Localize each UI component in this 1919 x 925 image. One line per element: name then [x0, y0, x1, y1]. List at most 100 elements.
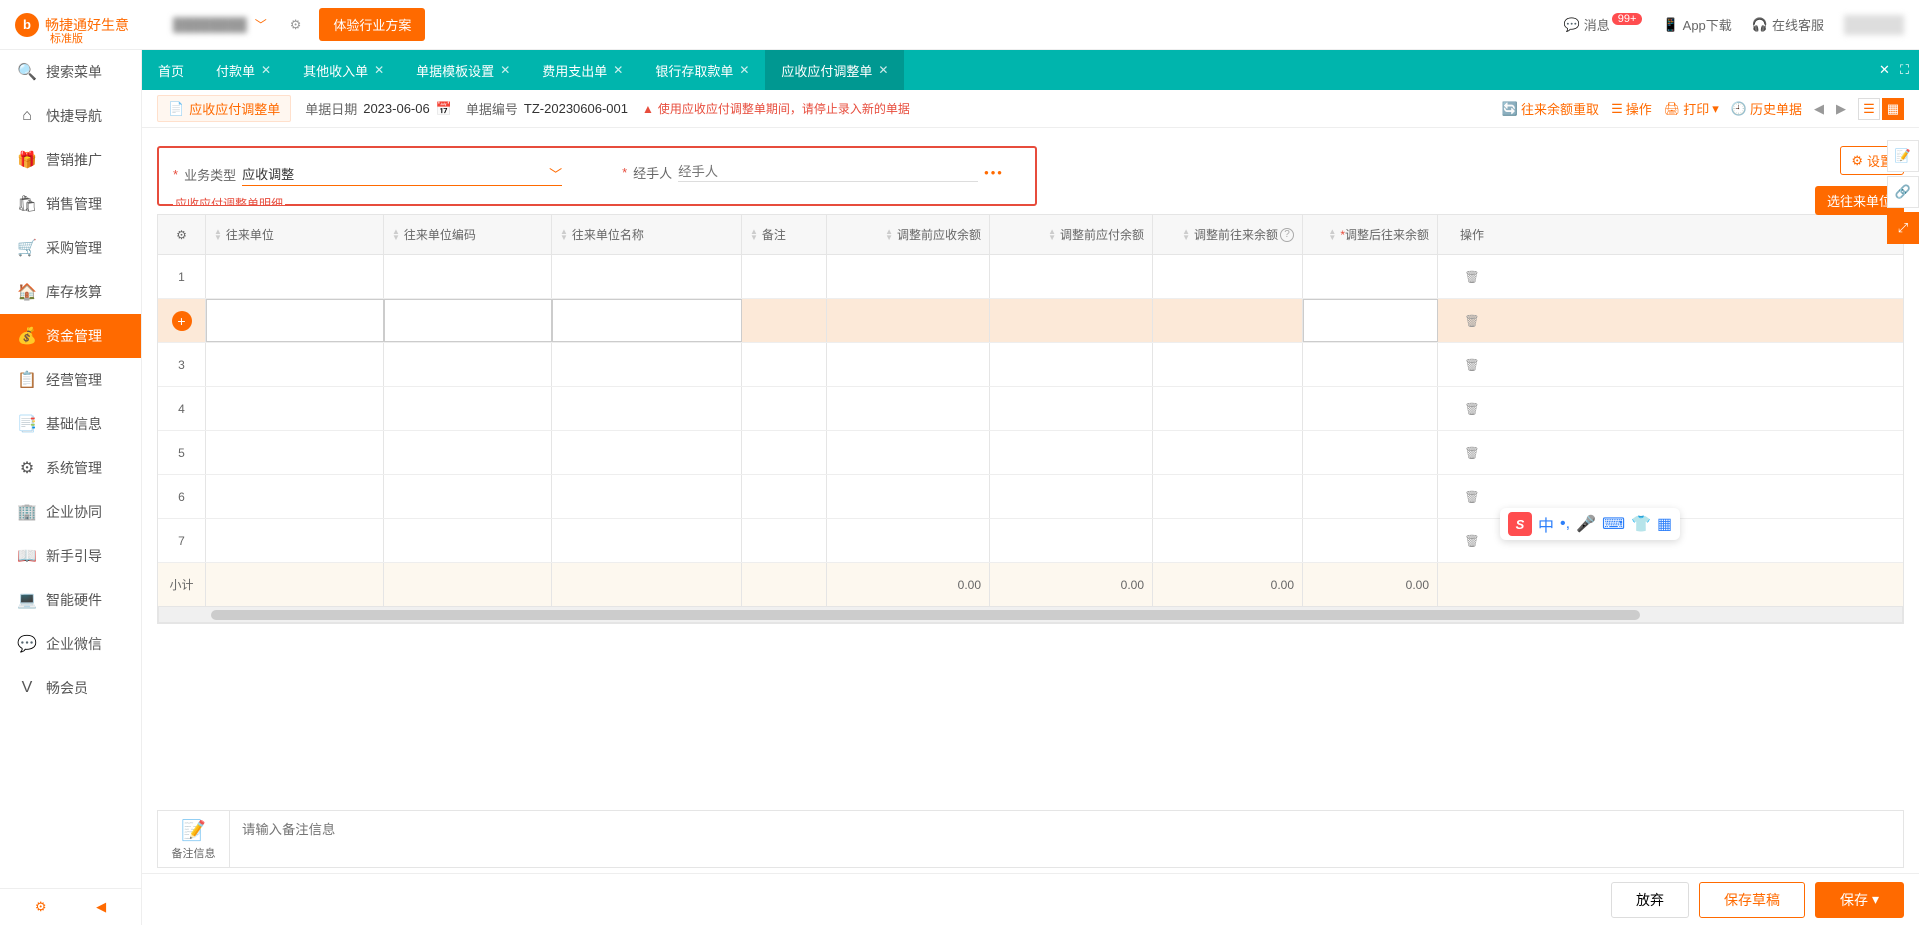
cell-a2[interactable] [990, 343, 1153, 386]
scrollbar-thumb[interactable] [211, 610, 1640, 620]
cell-unit[interactable] [206, 255, 384, 298]
cell-name[interactable] [552, 519, 742, 562]
cell-code[interactable] [384, 387, 552, 430]
ime-lang[interactable]: 中 [1538, 512, 1554, 536]
sidebar-item-1[interactable]: ⌂快捷导航 [0, 94, 141, 138]
table-h-scrollbar[interactable] [158, 607, 1903, 623]
table-row[interactable]: 4🗑 [158, 387, 1903, 431]
org-selector[interactable]: ████████ ﹀ [165, 12, 275, 37]
cell-a2[interactable] [990, 519, 1153, 562]
tab-0[interactable]: 首页 [142, 50, 200, 90]
cell-a4[interactable] [1303, 475, 1438, 518]
cell-a3[interactable] [1153, 431, 1303, 474]
cell-a4[interactable] [1303, 343, 1438, 386]
sidebar-item-13[interactable]: 💬企业微信 [0, 622, 141, 666]
delete-row-icon[interactable]: 🗑 [1464, 490, 1479, 504]
sidebar-item-11[interactable]: 📖新手引导 [0, 534, 141, 578]
cell-remark[interactable] [742, 431, 827, 474]
col-remark[interactable]: ▲▼备注 [742, 215, 827, 254]
cell-unit[interactable] [206, 431, 384, 474]
cell-code[interactable] [384, 255, 552, 298]
cell-name[interactable] [552, 431, 742, 474]
sidebar-item-8[interactable]: 📑基础信息 [0, 402, 141, 446]
sidebar-item-12[interactable]: 💻智能硬件 [0, 578, 141, 622]
table-row[interactable]: 3🗑 [158, 343, 1903, 387]
cell-unit[interactable] [206, 519, 384, 562]
ime-skin-icon[interactable]: 👕 [1631, 514, 1651, 534]
calendar-icon[interactable]: 📅 [436, 101, 452, 117]
cell-a3[interactable] [1153, 343, 1303, 386]
cell-a2[interactable] [990, 475, 1153, 518]
col-post-bal[interactable]: ▲▼*调整后往来余额 [1303, 215, 1438, 254]
col-pre-pay[interactable]: ▲▼调整前应付余额 [990, 215, 1153, 254]
cell-a4[interactable] [1303, 387, 1438, 430]
add-row-icon[interactable]: + [172, 311, 192, 331]
sidebar-item-4[interactable]: 🛒采购管理 [0, 226, 141, 270]
cell-a2[interactable] [990, 387, 1153, 430]
table-row[interactable]: 5🗑 [158, 431, 1903, 475]
cell-a1[interactable] [827, 387, 990, 430]
cell-code[interactable] [384, 475, 552, 518]
sidebar-item-9[interactable]: ⚙系统管理 [0, 446, 141, 490]
cell-name[interactable] [552, 387, 742, 430]
cell-a4[interactable] [1303, 299, 1438, 342]
cell-a2[interactable] [990, 431, 1153, 474]
sidebar-settings-icon[interactable]: ⚙ [35, 899, 47, 915]
history-button[interactable]: 🕘 历史单据 [1731, 99, 1802, 118]
delete-row-icon[interactable]: 🗑 [1464, 402, 1479, 416]
delete-row-icon[interactable]: 🗑 [1464, 358, 1479, 372]
rail-expand-icon[interactable]: ⤢ [1887, 212, 1919, 244]
user-avatar[interactable] [1844, 15, 1904, 35]
ime-toolbar[interactable]: S 中 •, 🎤 ⌨ 👕 ▦ [1500, 508, 1680, 540]
table-row[interactable]: +🗑 [158, 299, 1903, 343]
ime-mic-icon[interactable]: 🎤 [1576, 514, 1596, 534]
prev-icon[interactable]: ◀ [1814, 101, 1824, 117]
sidebar-collapse-icon[interactable]: ◀ [96, 899, 106, 915]
sidebar-item-14[interactable]: V畅会员 [0, 666, 141, 710]
cell-a2[interactable] [990, 299, 1153, 342]
cell-a3[interactable] [1153, 255, 1303, 298]
cell-a4[interactable] [1303, 519, 1438, 562]
cell-code[interactable] [384, 343, 552, 386]
tab-close-all-icon[interactable]: ✕ [1879, 62, 1890, 78]
cell-unit[interactable] [206, 343, 384, 386]
save-draft-button[interactable]: 保存草稿 [1699, 882, 1805, 918]
trial-button[interactable]: 体验行业方案 [319, 8, 425, 41]
cell-name[interactable] [552, 343, 742, 386]
cell-code[interactable] [384, 299, 552, 342]
cell-a2[interactable] [990, 255, 1153, 298]
support-link[interactable]: 🎧 在线客服 [1752, 15, 1824, 34]
date-value[interactable]: 2023-06-06 [363, 101, 430, 116]
cell-code[interactable] [384, 431, 552, 474]
sidebar-item-0[interactable]: 🔍搜索菜单 [0, 50, 141, 94]
cell-unit[interactable] [206, 299, 384, 342]
cell-name[interactable] [552, 255, 742, 298]
table-row[interactable]: 1🗑 [158, 255, 1903, 299]
biz-type-select[interactable]: 应收调整 ﹀ [242, 162, 562, 186]
cell-a3[interactable] [1153, 387, 1303, 430]
cell-a1[interactable] [827, 343, 990, 386]
cell-a3[interactable] [1153, 519, 1303, 562]
view-grid-icon[interactable]: ▦ [1882, 98, 1904, 120]
tab-6[interactable]: 应收应付调整单✕ [765, 50, 904, 90]
memo-input[interactable] [230, 811, 1903, 867]
sidebar-item-5[interactable]: 🏠库存核算 [0, 270, 141, 314]
sidebar-item-3[interactable]: 🛍销售管理 [0, 182, 141, 226]
sidebar-item-2[interactable]: 🎁营销推广 [0, 138, 141, 182]
delete-row-icon[interactable]: 🗑 [1464, 534, 1479, 548]
sidebar-item-10[interactable]: 🏢企业协同 [0, 490, 141, 534]
gear-icon[interactable]: ⚙ [290, 17, 302, 33]
tab-close-icon[interactable]: ✕ [739, 63, 749, 77]
cell-unit[interactable] [206, 475, 384, 518]
cell-unit[interactable] [206, 387, 384, 430]
delete-row-icon[interactable]: 🗑 [1464, 446, 1479, 460]
cell-name[interactable] [552, 299, 742, 342]
sidebar-item-7[interactable]: 📋经营管理 [0, 358, 141, 402]
col-settings-icon[interactable]: ⚙ [158, 215, 206, 254]
cell-remark[interactable] [742, 475, 827, 518]
discard-button[interactable]: 放弃 [1611, 882, 1689, 918]
col-name[interactable]: ▲▼往来单位名称 [552, 215, 742, 254]
operate-button[interactable]: ☰ 操作 [1611, 99, 1652, 118]
cell-name[interactable] [552, 475, 742, 518]
sidebar-item-6[interactable]: 💰资金管理 [0, 314, 141, 358]
